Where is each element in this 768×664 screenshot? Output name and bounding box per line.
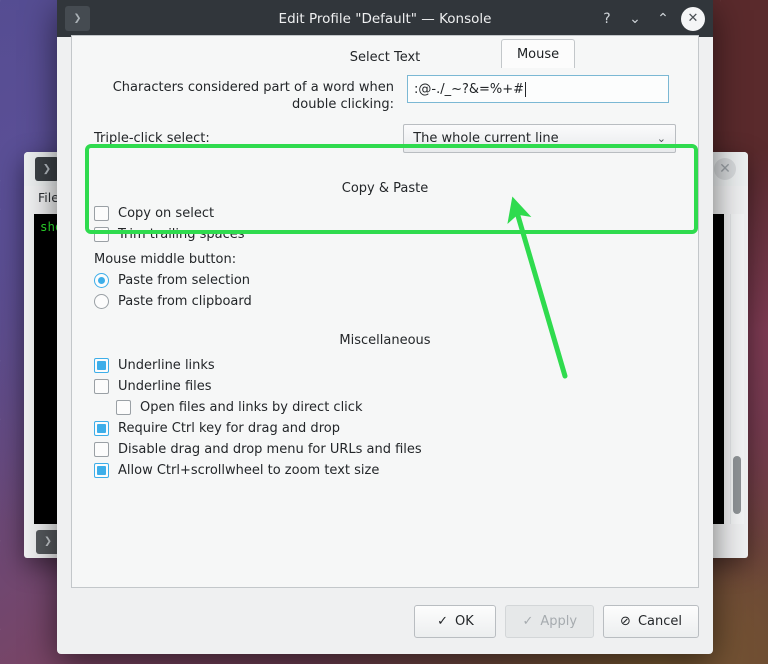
window-controls: ? ⌄ ⌃ ✕ bbox=[594, 0, 705, 37]
chevron-down-icon: ⌄ bbox=[656, 132, 666, 145]
checkbox-trim-trailing-spaces[interactable]: Trim trailing spaces bbox=[72, 227, 698, 242]
mouse-middle-button-radiogroup: Paste from selection Paste from clipboard bbox=[72, 273, 698, 309]
word-chars-input[interactable]: :@-./_~?&=%+# bbox=[407, 75, 669, 103]
word-chars-label: Characters considered part of a word whe… bbox=[112, 80, 394, 112]
select-text-section-title: Select Text bbox=[349, 50, 421, 65]
triple-click-select-dropdown[interactable]: The whole current line ⌄ bbox=[403, 124, 676, 153]
checkbox-copy-on-select[interactable]: Copy on select bbox=[72, 206, 698, 221]
radio-paste-from-clipboard[interactable]: Paste from clipboard bbox=[72, 294, 698, 309]
word-chars-row: Characters considered part of a word whe… bbox=[72, 75, 698, 113]
tab-mouse[interactable]: Mouse bbox=[500, 39, 576, 68]
option-label: Copy on select bbox=[118, 206, 215, 221]
checkbox-indicator-icon[interactable] bbox=[94, 463, 109, 478]
cancel-button[interactable]: ⊘ Cancel bbox=[603, 604, 699, 638]
close-icon[interactable]: ✕ bbox=[714, 158, 736, 180]
option-label: Open files and links by direct click bbox=[140, 400, 363, 415]
triple-click-row: Triple-click select: The whole current l… bbox=[72, 124, 698, 153]
konsole-prompt-icon: ❯ bbox=[35, 157, 59, 181]
dialog-footer: ✓ OK ✓ Apply ⊘ Cancel bbox=[57, 588, 713, 654]
check-icon: ✓ bbox=[437, 613, 448, 629]
option-label: Paste from clipboard bbox=[118, 294, 252, 309]
checkbox-indicator-icon[interactable] bbox=[94, 227, 109, 242]
radio-indicator-icon[interactable] bbox=[94, 273, 109, 288]
checkbox-require-ctrl-key-for-drag-and-drop[interactable]: Require Ctrl key for drag and drop bbox=[72, 421, 698, 436]
checkbox-allow-ctrl-scrollwheel-to-zoom-text-size[interactable]: Allow Ctrl+scrollwheel to zoom text size bbox=[72, 463, 698, 478]
option-label: Disable drag and drop menu for URLs and … bbox=[118, 442, 422, 457]
checkbox-open-files-and-links-by-direct-click[interactable]: Open files and links by direct click bbox=[72, 400, 698, 415]
option-label: Underline links bbox=[118, 358, 215, 373]
option-label: Underline files bbox=[118, 379, 212, 394]
cancel-icon: ⊘ bbox=[620, 613, 631, 629]
checkbox-indicator-icon[interactable] bbox=[94, 206, 109, 221]
radio-paste-from-selection[interactable]: Paste from selection bbox=[72, 273, 698, 288]
terminal-scrollbar-thumb[interactable] bbox=[733, 456, 741, 514]
text-caret bbox=[525, 81, 527, 97]
ok-button-label: OK bbox=[455, 613, 474, 629]
checkbox-indicator-icon[interactable] bbox=[116, 400, 131, 415]
copy-paste-options: Copy on select Trim trailing spaces bbox=[72, 206, 698, 242]
checkbox-underline-links[interactable]: Underline links bbox=[72, 358, 698, 373]
konsole-prompt-icon: ❯ bbox=[65, 6, 90, 31]
maximize-icon[interactable]: ⌃ bbox=[650, 6, 676, 32]
triple-click-label: Triple-click select: bbox=[94, 131, 210, 146]
help-icon[interactable]: ? bbox=[594, 6, 620, 32]
option-label: Require Ctrl key for drag and drop bbox=[118, 421, 340, 436]
option-label: Paste from selection bbox=[118, 273, 251, 288]
radio-indicator-icon[interactable] bbox=[94, 294, 109, 309]
check-icon: ✓ bbox=[522, 613, 534, 629]
mouse-middle-button-label: Mouse middle button: bbox=[94, 252, 237, 267]
miscellaneous-options: Underline links Underline files Open files… bbox=[72, 358, 698, 478]
apply-button-label: Apply bbox=[540, 613, 578, 629]
mouse-tab-page: Select Text Characters considered part o… bbox=[71, 35, 699, 588]
option-label: Trim trailing spaces bbox=[118, 227, 245, 242]
checkbox-disable-drag-and-drop-menu-for-urls-and-files[interactable]: Disable drag and drop menu for URLs and … bbox=[72, 442, 698, 457]
word-chars-value: :@-./_~?&=%+# bbox=[414, 81, 525, 97]
dialog-titlebar[interactable]: ❯ Edit Profile "Default" — Konsole ? ⌄ ⌃… bbox=[57, 0, 713, 37]
edit-profile-dialog: ❯ Edit Profile "Default" — Konsole ? ⌄ ⌃… bbox=[57, 0, 713, 654]
ok-button[interactable]: ✓ OK bbox=[414, 604, 497, 638]
close-icon[interactable]: ✕ bbox=[681, 6, 705, 31]
miscellaneous-section-title: Miscellaneous bbox=[339, 333, 431, 348]
option-label: Allow Ctrl+scrollwheel to zoom text size bbox=[118, 463, 380, 478]
cancel-button-label: Cancel bbox=[637, 613, 682, 629]
apply-button[interactable]: ✓ Apply bbox=[505, 604, 595, 638]
copy-paste-section-title: Copy & Paste bbox=[341, 181, 429, 196]
minimize-icon[interactable]: ⌄ bbox=[622, 6, 648, 32]
checkbox-indicator-icon[interactable] bbox=[94, 358, 109, 373]
checkbox-underline-files[interactable]: Underline files bbox=[72, 379, 698, 394]
triple-click-value: The whole current line bbox=[413, 131, 559, 146]
checkbox-indicator-icon[interactable] bbox=[94, 379, 109, 394]
checkbox-indicator-icon[interactable] bbox=[94, 442, 109, 457]
checkbox-indicator-icon[interactable] bbox=[94, 421, 109, 436]
